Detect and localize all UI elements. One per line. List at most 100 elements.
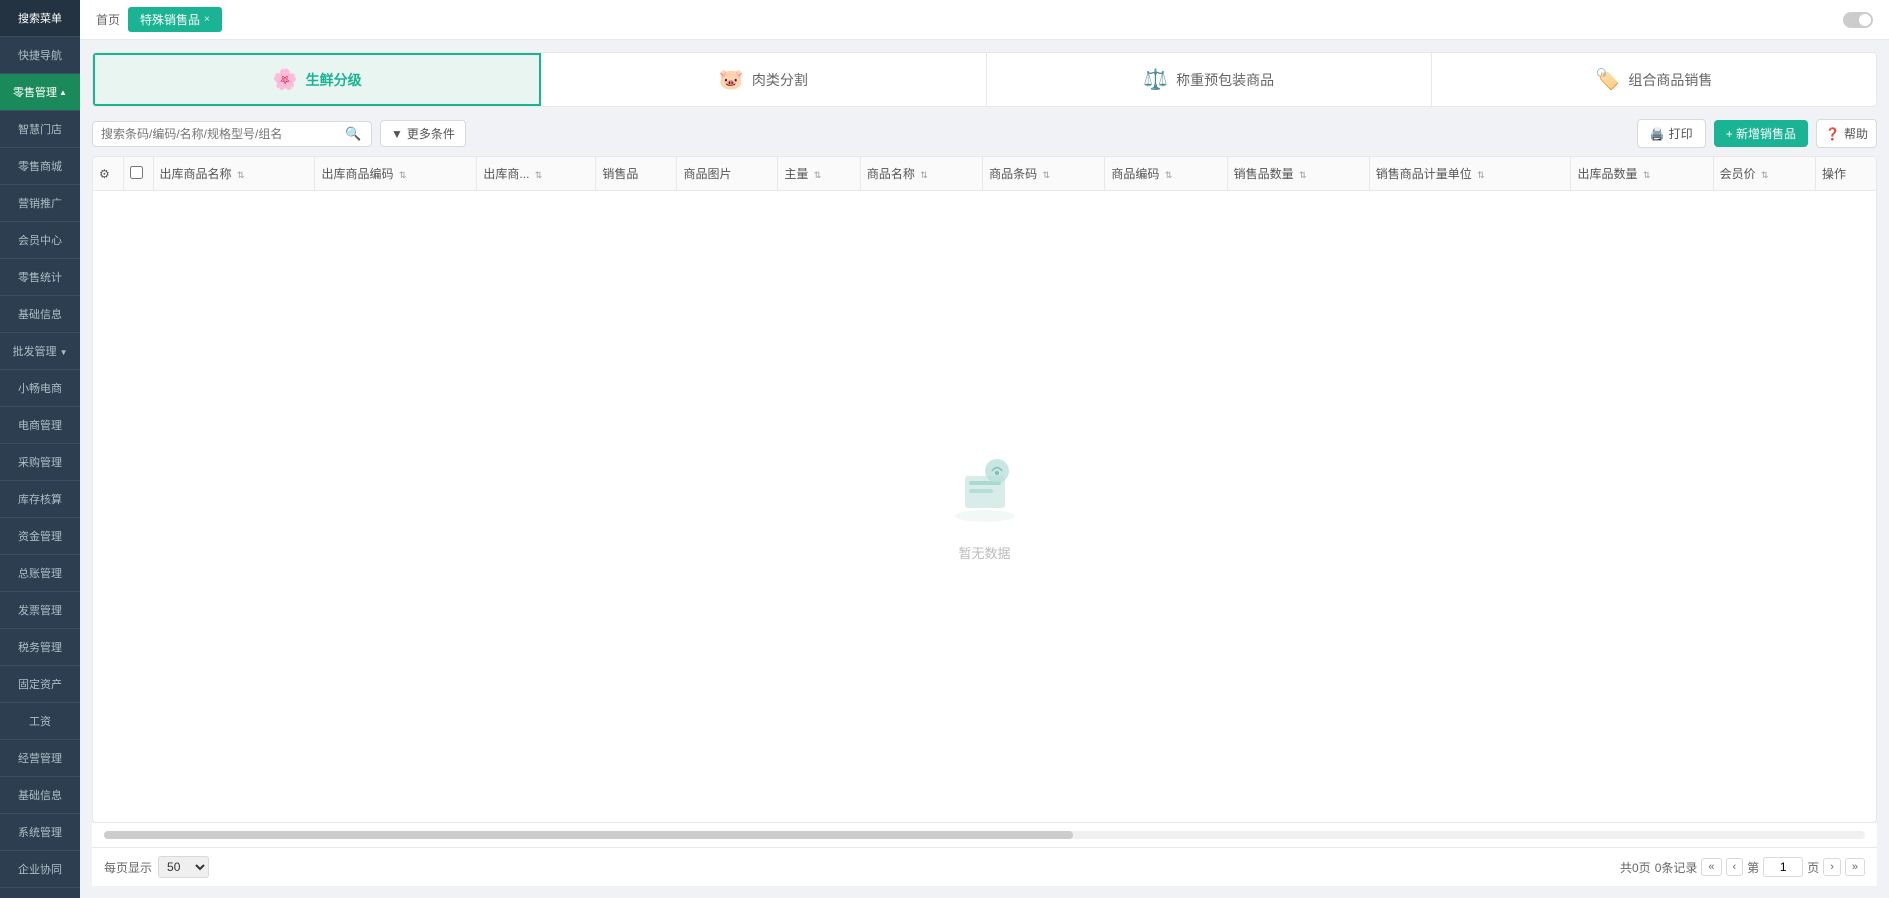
help-icon: ❓: [1825, 127, 1840, 141]
per-page-label: 每页显示: [104, 859, 152, 876]
sidebar-item-sales-promo[interactable]: 营销推广: [0, 185, 80, 222]
next-page-button[interactable]: ›: [1823, 858, 1841, 876]
empty-state: 暂无数据: [93, 191, 1876, 822]
sidebar: 搜索菜单 快捷导航 零售管理 ▲ 智慧门店 零售商城 营销推广 会员中心 零售统…: [0, 0, 80, 898]
sidebar-item-quick-nav[interactable]: 快捷导航: [0, 37, 80, 74]
th-sales-unit[interactable]: 销售商品计量单位 ⇅: [1369, 157, 1571, 191]
th-out-product-extra[interactable]: 出库商... ⇅: [477, 157, 596, 191]
select-all-checkbox[interactable]: [130, 166, 143, 179]
toolbar-right: 🖨️ 打印 + 新增销售品 ❓ 帮助: [1637, 119, 1877, 148]
sort-icon: ⇅: [237, 170, 245, 180]
th-settings[interactable]: ⚙: [93, 157, 123, 191]
th-action: 操作: [1815, 157, 1876, 191]
sidebar-item-inventory[interactable]: 库存核算: [0, 481, 80, 518]
last-page-button[interactable]: »: [1845, 858, 1865, 876]
home-breadcrumb[interactable]: 首页: [96, 11, 120, 28]
tab-combo-sales[interactable]: 🏷️ 组合商品销售: [1432, 53, 1876, 106]
add-sales-item-button[interactable]: + 新增销售品: [1714, 120, 1808, 147]
sidebar-item-wholesale-mgmt[interactable]: 批发管理 ▼: [0, 333, 80, 370]
sidebar-item-ecom-mgmt[interactable]: 电商管理: [0, 407, 80, 444]
chevron-down-icon-2: ▼: [60, 348, 68, 357]
page-label: 第: [1747, 859, 1759, 876]
category-tabs: 🌸 生鲜分级 🐷 肉类分割 ⚖️ 称重预包装商品 🏷️ 组合商品销售: [92, 52, 1877, 107]
sidebar-item-smart-store[interactable]: 智慧门店: [0, 111, 80, 148]
total-records-label: 0条记录: [1655, 859, 1698, 876]
th-sales-item[interactable]: 销售品: [596, 157, 677, 191]
sidebar-logo[interactable]: 搜索菜单: [0, 0, 80, 37]
sidebar-item-retail-stats[interactable]: 零售统计: [0, 259, 80, 296]
sort-icon-9: ⇅: [1477, 170, 1485, 180]
help-button[interactable]: ❓ 帮助: [1816, 119, 1877, 148]
filter-button[interactable]: ▼ 更多条件: [380, 120, 466, 147]
sidebar-item-capital-mgmt[interactable]: 资金管理: [0, 518, 80, 555]
th-product-image[interactable]: 商品图片: [677, 157, 778, 191]
meat-cut-icon: 🐷: [719, 67, 744, 92]
sidebar-item-mini-ecom[interactable]: 小畅电商: [0, 370, 80, 407]
sidebar-item-newbie-guide[interactable]: 新手引导: [0, 888, 80, 898]
th-product-barcode[interactable]: 商品条码 ⇅: [983, 157, 1105, 191]
pagination-bar: 每页显示 50 10 20 100 共0页 0条记录 « ‹ 第 页 › »: [92, 847, 1877, 886]
sidebar-item-tax-mgmt[interactable]: 税务管理: [0, 629, 80, 666]
th-weight[interactable]: 主量 ⇅: [778, 157, 861, 191]
total-pages-label: 共0页: [1620, 859, 1651, 876]
table-container: ⚙ 出库商品名称 ⇅ 出库商品编码 ⇅ 出库商.: [92, 156, 1877, 823]
tab-fresh-grade-label: 生鲜分级: [306, 70, 362, 90]
sidebar-item-retail-mgmt[interactable]: 零售管理 ▲: [0, 74, 80, 111]
weight-prepack-icon: ⚖️: [1143, 67, 1168, 92]
th-product-code[interactable]: 商品编码 ⇅: [1105, 157, 1227, 191]
sidebar-item-operation-mgmt[interactable]: 经营管理: [0, 740, 80, 777]
sidebar-logo-text: 搜索菜单: [0, 10, 80, 26]
sort-icon-6: ⇅: [1043, 170, 1051, 180]
combo-sales-icon: 🏷️: [1595, 67, 1620, 92]
print-icon: 🖨️: [1650, 127, 1665, 141]
horizontal-scrollbar[interactable]: [104, 831, 1865, 839]
empty-state-text: 暂无数据: [958, 543, 1010, 562]
th-checkbox[interactable]: [123, 157, 153, 191]
sidebar-item-basic-info[interactable]: 基础信息: [0, 296, 80, 333]
sidebar-item-invoice-mgmt[interactable]: 发票管理: [0, 592, 80, 629]
toggle-switch[interactable]: [1843, 12, 1873, 28]
per-page-select[interactable]: 50 10 20 100: [158, 856, 209, 878]
sort-icon-3: ⇅: [535, 170, 543, 180]
active-tab[interactable]: 特殊销售品 ×: [128, 7, 222, 32]
page-content: 🌸 生鲜分级 🐷 肉类分割 ⚖️ 称重预包装商品 🏷️ 组合商品销售 🔍: [80, 40, 1889, 898]
tab-meat-cut[interactable]: 🐷 肉类分割: [541, 53, 986, 106]
active-tab-label: 特殊销售品: [140, 11, 200, 28]
sort-icon-8: ⇅: [1299, 170, 1307, 180]
th-out-qty[interactable]: 出库品数量 ⇅: [1571, 157, 1713, 191]
sidebar-item-retail-mall[interactable]: 零售商城: [0, 148, 80, 185]
sidebar-item-member-center[interactable]: 会员中心: [0, 222, 80, 259]
toolbar: 🔍 ▼ 更多条件 🖨️ 打印 + 新增销售品 ❓ 帮助: [92, 119, 1877, 148]
fresh-grade-icon: 🌸: [273, 67, 298, 92]
scrollbar-thumb[interactable]: [104, 831, 1073, 839]
tab-weight-prepack[interactable]: ⚖️ 称重预包装商品: [987, 53, 1432, 106]
th-member-price[interactable]: 会员价 ⇅: [1713, 157, 1815, 191]
search-icon[interactable]: 🔍: [345, 126, 361, 142]
th-out-product-name[interactable]: 出库商品名称 ⇅: [153, 157, 315, 191]
sidebar-item-purchase-mgmt[interactable]: 采购管理: [0, 444, 80, 481]
page-number-input[interactable]: [1763, 857, 1803, 877]
search-box[interactable]: 🔍: [92, 121, 372, 147]
close-tab-icon[interactable]: ×: [204, 14, 210, 25]
sort-icon-5: ⇅: [920, 170, 928, 180]
tab-fresh-grade[interactable]: 🌸 生鲜分级: [93, 53, 541, 106]
pagination-left: 每页显示 50 10 20 100: [104, 856, 209, 878]
prev-page-button[interactable]: ‹: [1726, 858, 1744, 876]
sidebar-item-basic-info2[interactable]: 基础信息: [0, 777, 80, 814]
th-out-product-code[interactable]: 出库商品编码 ⇅: [315, 157, 477, 191]
search-input[interactable]: [101, 127, 341, 141]
th-product-name[interactable]: 商品名称 ⇅: [860, 157, 982, 191]
sidebar-item-enterprise-coop[interactable]: 企业协同: [0, 851, 80, 888]
sort-icon-11: ⇅: [1761, 170, 1769, 180]
th-sales-qty[interactable]: 销售品数量 ⇅: [1227, 157, 1369, 191]
first-page-button[interactable]: «: [1701, 858, 1721, 876]
sidebar-item-fixed-assets[interactable]: 固定资产: [0, 666, 80, 703]
pagination-right: 共0页 0条记录 « ‹ 第 页 › »: [1620, 857, 1865, 877]
sidebar-item-ledger-mgmt[interactable]: 总账管理: [0, 555, 80, 592]
top-bar-right: [1843, 12, 1873, 28]
sidebar-item-system-mgmt[interactable]: 系统管理: [0, 814, 80, 851]
help-label: 帮助: [1844, 125, 1868, 142]
filter-icon: ▼: [391, 127, 403, 141]
print-button[interactable]: 🖨️ 打印: [1637, 119, 1706, 148]
sidebar-item-payroll[interactable]: 工资: [0, 703, 80, 740]
